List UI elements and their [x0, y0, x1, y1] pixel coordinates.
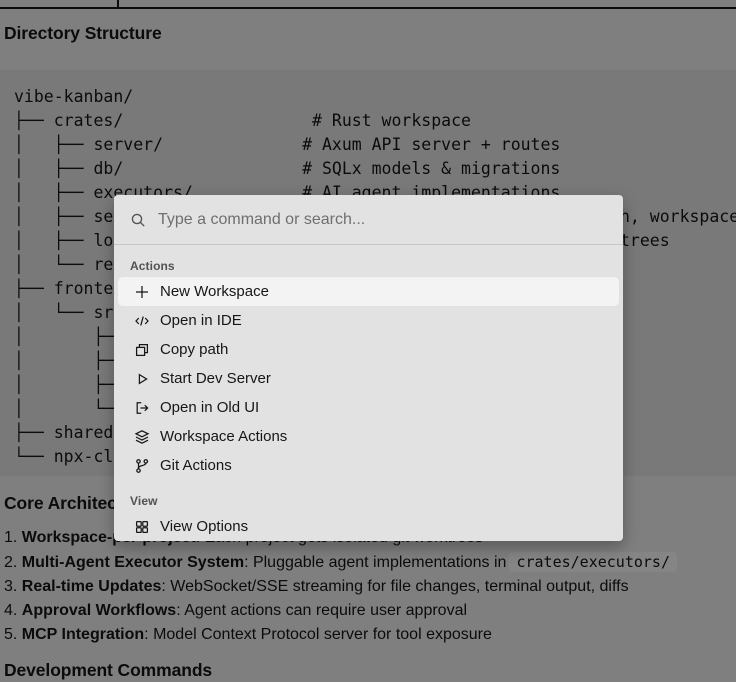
exit-icon — [134, 400, 150, 416]
palette-section-view: View — [130, 494, 158, 508]
palette-item-label: Start Dev Server — [160, 370, 271, 387]
palette-item-label: New Workspace — [160, 283, 269, 300]
palette-item-git-actions[interactable]: Git Actions — [118, 451, 619, 480]
palette-item-copy-path[interactable]: Copy path — [118, 335, 619, 364]
palette-item-workspace-actions[interactable]: Workspace Actions — [118, 422, 619, 451]
palette-item-label: Open in Old UI — [160, 399, 260, 416]
palette-item-label: Git Actions — [160, 457, 232, 474]
palette-search-row — [114, 195, 623, 245]
code-icon — [134, 313, 150, 329]
play-icon — [134, 371, 150, 387]
palette-item-open-in-old-ui[interactable]: Open in Old UI — [118, 393, 619, 422]
plus-icon — [134, 284, 150, 300]
palette-item-start-dev-server[interactable]: Start Dev Server — [118, 364, 619, 393]
command-palette: Actions New Workspace Open in IDE Copy p… — [114, 195, 623, 541]
palette-item-new-workspace[interactable]: New Workspace — [118, 277, 619, 306]
palette-item-label: Open in IDE — [160, 312, 242, 329]
git-branch-icon — [134, 458, 150, 474]
palette-item-label: View Options — [160, 518, 249, 535]
copy-icon — [134, 342, 150, 358]
grid-icon — [134, 519, 150, 535]
palette-item-view-options[interactable]: View Options — [118, 512, 619, 541]
search-icon — [130, 212, 146, 228]
palette-section-actions: Actions — [130, 259, 175, 273]
palette-item-label: Copy path — [160, 341, 229, 358]
layers-icon — [134, 429, 150, 445]
palette-item-open-in-ide[interactable]: Open in IDE — [118, 306, 619, 335]
command-search-input[interactable] — [156, 209, 607, 230]
palette-item-label: Workspace Actions — [160, 428, 288, 445]
